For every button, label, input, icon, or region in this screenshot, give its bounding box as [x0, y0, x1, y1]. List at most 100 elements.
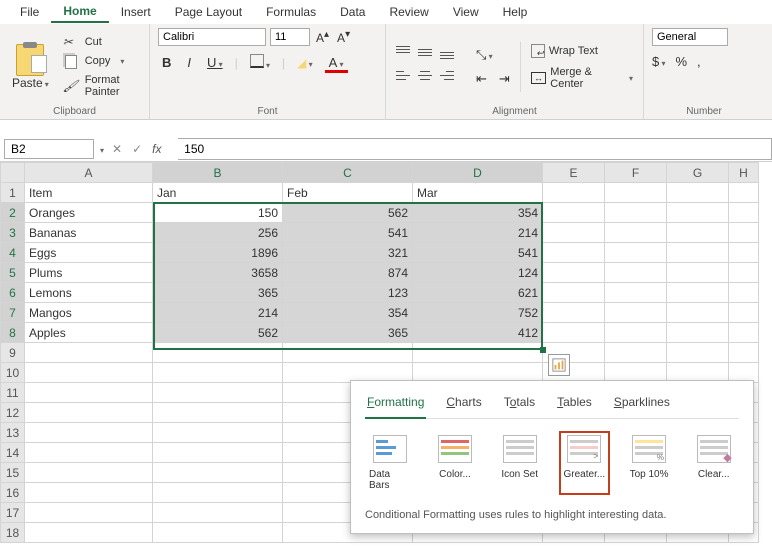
cell[interactable]: Feb: [283, 183, 413, 203]
orientation-button[interactable]: ⤡: [472, 45, 497, 65]
cell[interactable]: [605, 203, 667, 223]
row-header[interactable]: 16: [1, 483, 25, 503]
cell[interactable]: [283, 343, 413, 363]
cell[interactable]: 214: [153, 303, 283, 323]
cell[interactable]: 3658: [153, 263, 283, 283]
cell[interactable]: Mangos: [25, 303, 153, 323]
cell[interactable]: 562: [283, 203, 413, 223]
cell[interactable]: [153, 463, 283, 483]
underline-button[interactable]: U: [203, 53, 227, 72]
align-right-button[interactable]: [438, 69, 456, 83]
copy-button[interactable]: Copy: [59, 52, 141, 70]
col-header-a[interactable]: A: [25, 163, 153, 183]
menu-insert[interactable]: Insert: [109, 2, 163, 22]
fx-icon[interactable]: fx: [152, 142, 170, 156]
cell[interactable]: [25, 463, 153, 483]
cell[interactable]: 123: [283, 283, 413, 303]
cell[interactable]: [25, 483, 153, 503]
cell[interactable]: [667, 183, 729, 203]
col-header-h[interactable]: H: [729, 163, 759, 183]
cell[interactable]: [25, 523, 153, 543]
cell[interactable]: Jan: [153, 183, 283, 203]
row-header[interactable]: 7: [1, 303, 25, 323]
cell[interactable]: Mar: [413, 183, 543, 203]
row-header[interactable]: 18: [1, 523, 25, 543]
menu-home[interactable]: Home: [51, 1, 108, 23]
format-painter-button[interactable]: Format Painter: [59, 72, 141, 100]
cell[interactable]: [543, 203, 605, 223]
cell[interactable]: [543, 303, 605, 323]
decrease-font-button[interactable]: A▾: [335, 29, 352, 45]
cell[interactable]: [153, 523, 283, 543]
cell[interactable]: 541: [413, 243, 543, 263]
cell[interactable]: [729, 243, 759, 263]
qa-item-icon-set[interactable]: Icon Set: [494, 431, 545, 495]
cell[interactable]: Plums: [25, 263, 153, 283]
cell[interactable]: [667, 343, 729, 363]
cell[interactable]: [605, 223, 667, 243]
qa-item-color-scale[interactable]: Color...: [430, 431, 481, 495]
font-color-button[interactable]: A: [325, 53, 348, 73]
cell[interactable]: Eggs: [25, 243, 153, 263]
cell[interactable]: [605, 323, 667, 343]
border-button[interactable]: [246, 52, 274, 73]
number-format-select[interactable]: [652, 28, 728, 46]
cell[interactable]: 365: [283, 323, 413, 343]
cell[interactable]: Oranges: [25, 203, 153, 223]
cell[interactable]: 214: [413, 223, 543, 243]
formula-input[interactable]: [178, 138, 772, 160]
italic-button[interactable]: I: [183, 53, 195, 72]
cell[interactable]: [729, 283, 759, 303]
align-middle-button[interactable]: [416, 45, 434, 59]
cell[interactable]: 365: [153, 283, 283, 303]
qa-item-data-bars[interactable]: Data Bars: [365, 431, 416, 495]
cell[interactable]: 1896: [153, 243, 283, 263]
cell[interactable]: [667, 263, 729, 283]
cell[interactable]: [667, 283, 729, 303]
row-header[interactable]: 8: [1, 323, 25, 343]
cell[interactable]: [729, 203, 759, 223]
qa-tab-formatting[interactable]: Formatting: [365, 391, 426, 419]
cell-active[interactable]: 150: [153, 203, 283, 223]
cell[interactable]: [25, 403, 153, 423]
cell[interactable]: [543, 283, 605, 303]
cell[interactable]: [543, 263, 605, 283]
cell[interactable]: [25, 383, 153, 403]
menu-view[interactable]: View: [441, 2, 491, 22]
qa-item-greater-than[interactable]: > Greater...: [559, 431, 610, 495]
cell[interactable]: [667, 203, 729, 223]
cell[interactable]: [153, 403, 283, 423]
cell[interactable]: [25, 343, 153, 363]
cell[interactable]: 752: [413, 303, 543, 323]
cell[interactable]: [729, 263, 759, 283]
qa-tab-sparklines[interactable]: Sparklines: [612, 391, 672, 418]
menu-page-layout[interactable]: Page Layout: [163, 2, 254, 22]
menu-review[interactable]: Review: [377, 2, 440, 22]
menu-formulas[interactable]: Formulas: [254, 2, 328, 22]
cell[interactable]: [605, 183, 667, 203]
wrap-text-button[interactable]: Wrap Text: [529, 42, 635, 60]
row-header[interactable]: 11: [1, 383, 25, 403]
qa-tab-totals[interactable]: Totals: [502, 391, 537, 418]
cell[interactable]: [605, 283, 667, 303]
cell[interactable]: [25, 363, 153, 383]
cell[interactable]: [729, 183, 759, 203]
cell[interactable]: [667, 303, 729, 323]
accounting-format-button[interactable]: $: [652, 54, 665, 69]
cell[interactable]: Apples: [25, 323, 153, 343]
cell[interactable]: [667, 243, 729, 263]
qa-item-clear[interactable]: ◆ Clear...: [688, 431, 739, 495]
merge-center-button[interactable]: Merge & Center: [529, 64, 635, 92]
col-header-b[interactable]: B: [153, 163, 283, 183]
cell[interactable]: 256: [153, 223, 283, 243]
spreadsheet-grid[interactable]: A B C D E F G H 1 Item Jan Feb Mar 2Oran…: [0, 162, 772, 543]
cell[interactable]: [667, 323, 729, 343]
cell[interactable]: [729, 303, 759, 323]
fill-color-button[interactable]: [293, 53, 316, 72]
cancel-formula-button[interactable]: ✕: [112, 142, 122, 156]
qa-item-top-10[interactable]: % Top 10%: [624, 431, 675, 495]
col-header-e[interactable]: E: [543, 163, 605, 183]
cell[interactable]: [667, 223, 729, 243]
select-all-corner[interactable]: [1, 163, 25, 183]
cell[interactable]: [729, 323, 759, 343]
